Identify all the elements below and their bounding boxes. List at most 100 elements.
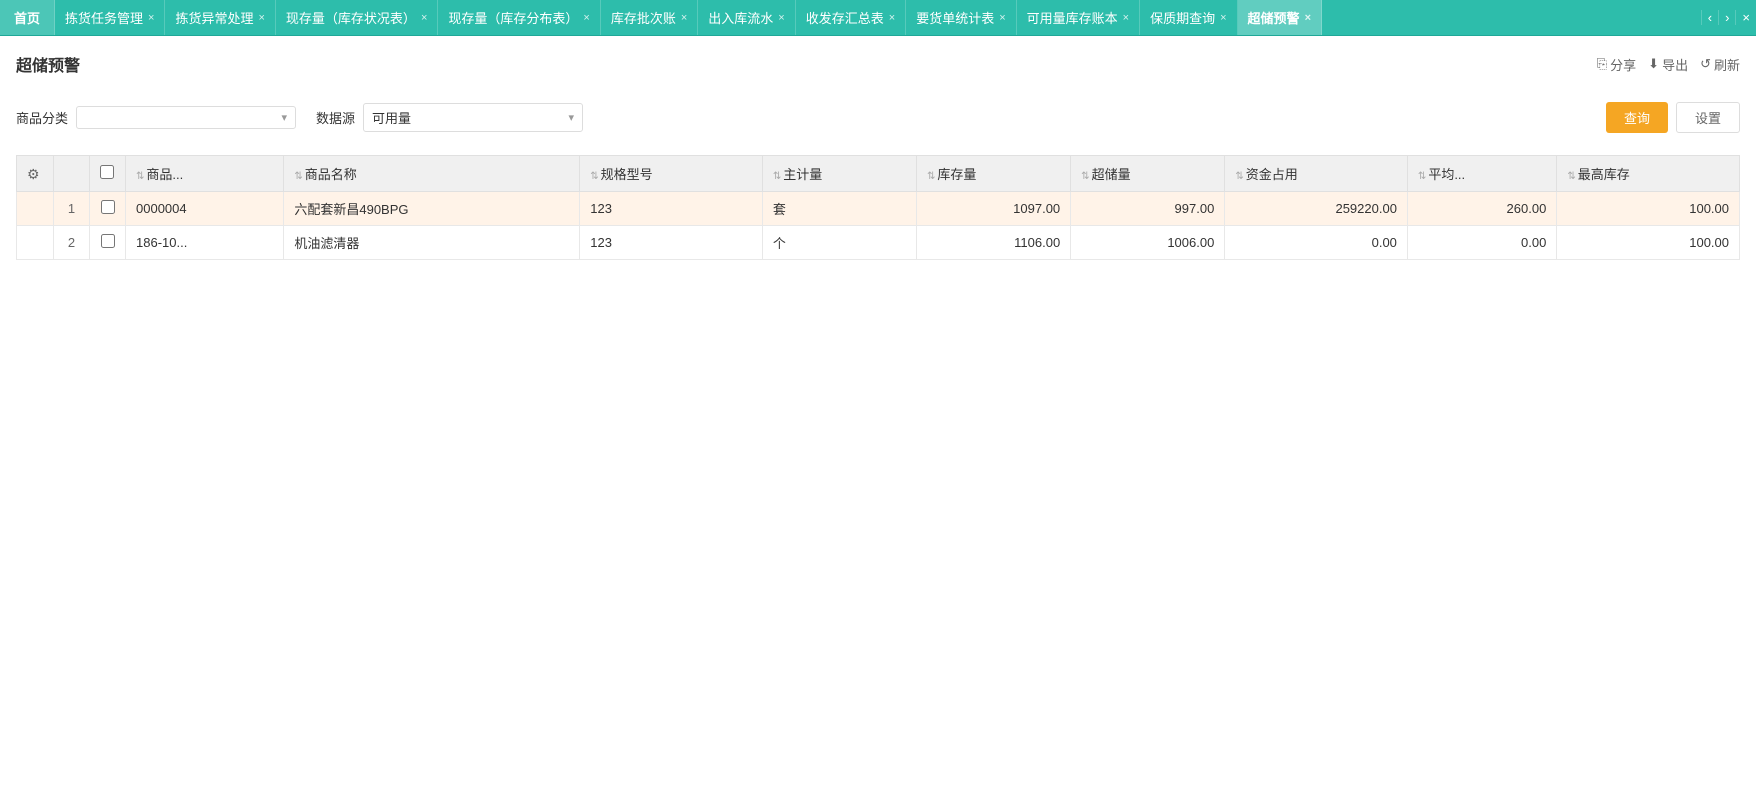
nav-tab-4[interactable]: 库存批次账 × (601, 0, 698, 35)
row-capital-1: 0.00 (1225, 226, 1408, 260)
row-stock-1: 1106.00 (917, 226, 1071, 260)
row-overstock-0: 997.00 (1071, 192, 1225, 226)
tab-close-5[interactable]: × (778, 12, 784, 24)
row-stock-0: 1097.00 (917, 192, 1071, 226)
tab-close-1[interactable]: × (258, 12, 264, 24)
table-row: 1 0000004 六配套新昌490BPG 123 套 1097.00 997.… (17, 192, 1740, 226)
query-button[interactable]: 查询 (1606, 102, 1668, 133)
category-filter-group: 商品分类 ▾ (16, 106, 296, 129)
export-label: 导出 (1662, 55, 1688, 74)
datasource-label: 数据源 (316, 108, 355, 127)
table-header: ⚙ ⇅商品... ⇅商品名称 ⇅规格型号 ⇅主计量 (17, 156, 1740, 192)
datasource-dropdown-icon: ▾ (569, 111, 575, 124)
data-table: ⚙ ⇅商品... ⇅商品名称 ⇅规格型号 ⇅主计量 (16, 155, 1740, 260)
nav-tab-2[interactable]: 现存量（库存状况表）× (276, 0, 438, 35)
row-index-1: 2 (54, 226, 90, 260)
export-icon: ⬇ (1648, 56, 1659, 72)
nav-tab-0[interactable]: 拣货任务管理× (55, 0, 165, 35)
col-product-code[interactable]: ⇅商品... (126, 156, 284, 192)
col-stock[interactable]: ⇅库存量 (917, 156, 1071, 192)
datasource-select[interactable]: 可用量 ▾ (363, 103, 583, 132)
category-label: 商品分类 (16, 108, 68, 127)
top-nav: 首页 拣货任务管理×拣货异常处理×现存量（库存状况表）×现存量（库存分布表）×库… (0, 0, 1756, 36)
tab-label-5: 出入库流水 (708, 8, 773, 27)
col-unit[interactable]: ⇅主计量 (762, 156, 916, 192)
nav-tab-5[interactable]: 出入库流水 × (698, 0, 795, 35)
table-row: 2 186-10... 机油滤清器 123 个 1106.00 1006.00 … (17, 226, 1740, 260)
col-capital[interactable]: ⇅资金占用 (1225, 156, 1408, 192)
tab-close-10[interactable]: × (1305, 12, 1311, 24)
header-actions: ⎘ 分享 ⬇ 导出 ↺ 刷新 (1597, 55, 1740, 74)
nav-tab-1[interactable]: 拣货异常处理 × (165, 0, 275, 35)
col-max-stock[interactable]: ⇅最高库存 (1557, 156, 1740, 192)
nav-arrow-close[interactable]: × (1735, 10, 1756, 25)
datasource-select-value: 可用量 (372, 108, 411, 127)
sort-icon-capital: ⇅ (1235, 171, 1243, 182)
row-settings-0 (17, 192, 54, 226)
tab-close-7[interactable]: × (999, 12, 1005, 24)
tab-label-1: 拣货异常处理 (175, 8, 253, 27)
category-dropdown-icon: ▾ (281, 111, 287, 124)
nav-tab-6[interactable]: 收发存汇总表× (796, 0, 906, 35)
row-checkbox-1[interactable] (90, 226, 126, 260)
gear-icon[interactable]: ⚙ (27, 166, 43, 182)
sort-icon-product-code: ⇅ (136, 171, 144, 182)
tab-label-10: 超储预警 (1248, 8, 1300, 27)
tab-label-8: 可用量库存账本 (1027, 8, 1118, 27)
sort-icon-max-stock: ⇅ (1567, 171, 1575, 182)
row-product-code-0: 0000004 (126, 192, 284, 226)
row-check-1[interactable] (101, 234, 115, 248)
tab-close-4[interactable]: × (681, 12, 687, 24)
nav-arrow-left[interactable]: ‹ (1701, 10, 1718, 25)
col-avg[interactable]: ⇅平均... (1407, 156, 1556, 192)
row-unit-0: 套 (762, 192, 916, 226)
row-check-0[interactable] (101, 200, 115, 214)
nav-tab-9[interactable]: 保质期查询 × (1140, 0, 1237, 35)
page-title: 超储预警 (16, 52, 80, 76)
tab-close-2[interactable]: × (421, 12, 427, 24)
tab-close-8[interactable]: × (1123, 12, 1129, 24)
nav-tab-10[interactable]: 超储预警 × (1238, 0, 1322, 35)
nav-tab-3[interactable]: 现存量（库存分布表） × (438, 0, 600, 35)
col-index (54, 156, 90, 192)
tab-close-0[interactable]: × (148, 12, 154, 24)
sort-icon-product-name: ⇅ (294, 171, 302, 182)
row-max-stock-0: 100.00 (1557, 192, 1740, 226)
row-max-stock-1: 100.00 (1557, 226, 1740, 260)
page-header: 超储预警 ⎘ 分享 ⬇ 导出 ↺ 刷新 (16, 52, 1740, 76)
row-spec-0: 123 (580, 192, 763, 226)
col-settings[interactable]: ⚙ (17, 156, 54, 192)
category-select[interactable]: ▾ (76, 106, 296, 129)
nav-tab-8[interactable]: 可用量库存账本 × (1017, 0, 1140, 35)
col-product-name[interactable]: ⇅商品名称 (284, 156, 580, 192)
nav-tabs: 拣货任务管理×拣货异常处理×现存量（库存状况表）×现存量（库存分布表）×库存批次… (55, 0, 1322, 35)
export-action[interactable]: ⬇ 导出 (1648, 55, 1688, 74)
nav-arrows: ‹ › × (1701, 10, 1756, 25)
nav-home[interactable]: 首页 (0, 0, 55, 35)
row-product-name-0: 六配套新昌490BPG (284, 192, 580, 226)
select-all-checkbox[interactable] (100, 165, 114, 179)
tab-close-9[interactable]: × (1220, 12, 1226, 24)
tab-close-3[interactable]: × (583, 12, 589, 24)
col-overstock[interactable]: ⇅超储量 (1071, 156, 1225, 192)
tab-label-7: 要货单统计表 (916, 8, 994, 27)
tab-close-6[interactable]: × (889, 12, 895, 24)
row-spec-1: 123 (580, 226, 763, 260)
row-checkbox-0[interactable] (90, 192, 126, 226)
filter-actions: 查询 设置 (1606, 102, 1740, 133)
tab-label-3: 现存量（库存分布表） (448, 8, 578, 27)
refresh-action[interactable]: ↺ 刷新 (1700, 55, 1740, 74)
tab-label-4: 库存批次账 (611, 8, 676, 27)
row-settings-1 (17, 226, 54, 260)
col-spec[interactable]: ⇅规格型号 (580, 156, 763, 192)
nav-tab-7[interactable]: 要货单统计表 × (906, 0, 1016, 35)
nav-arrow-right[interactable]: › (1718, 10, 1735, 25)
row-capital-0: 259220.00 (1225, 192, 1408, 226)
nav-home-label: 首页 (14, 8, 40, 27)
share-action[interactable]: ⎘ 分享 (1597, 55, 1636, 74)
tab-label-9: 保质期查询 (1150, 8, 1215, 27)
sort-icon-avg: ⇅ (1418, 171, 1426, 182)
row-unit-1: 个 (762, 226, 916, 260)
sort-icon-stock: ⇅ (927, 171, 935, 182)
settings-button[interactable]: 设置 (1676, 102, 1740, 133)
